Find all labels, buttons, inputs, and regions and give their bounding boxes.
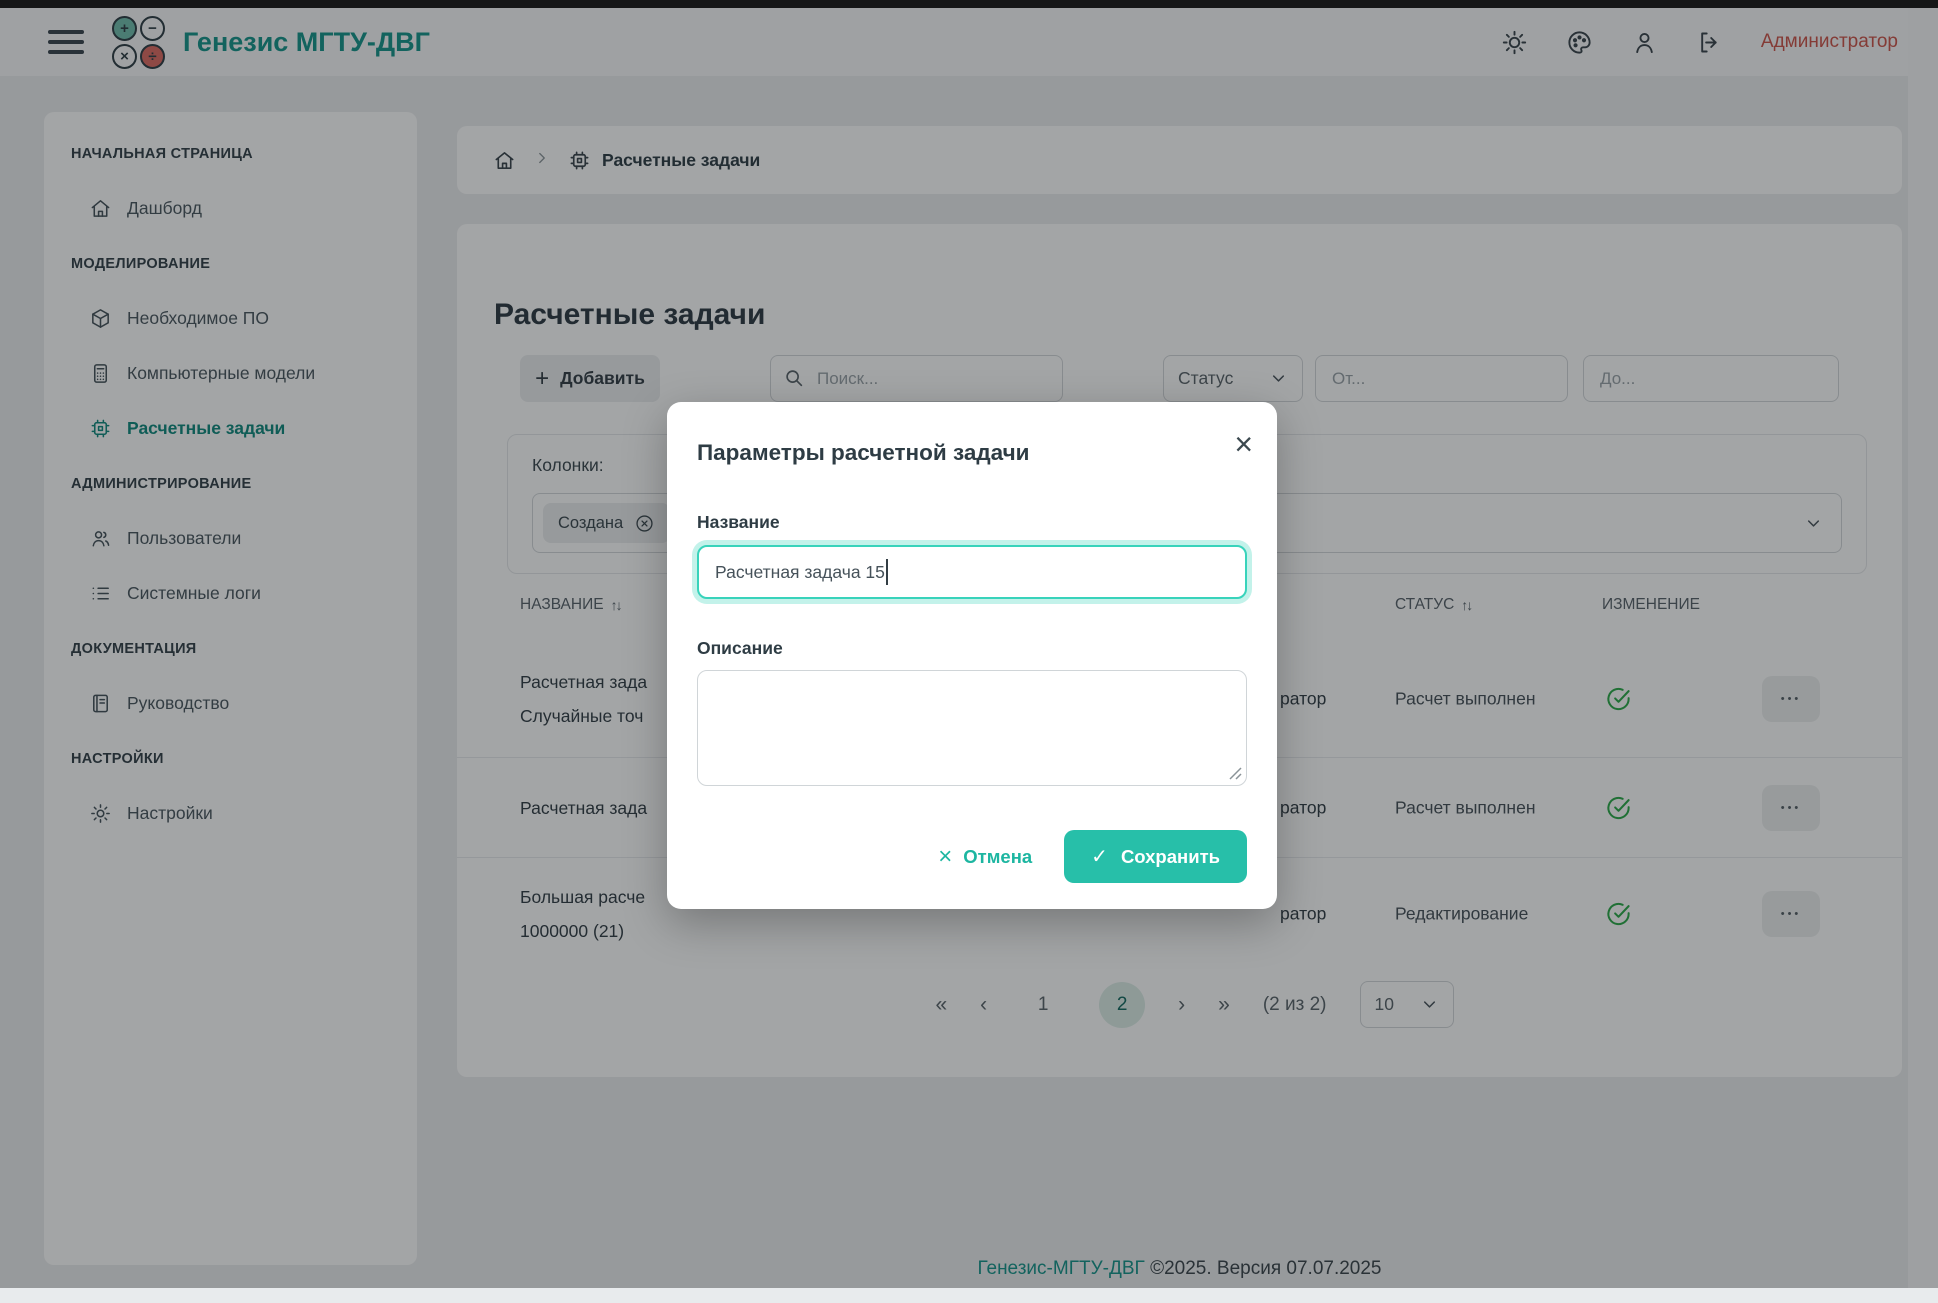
cancel-button[interactable]: × Отмена bbox=[938, 842, 1033, 870]
save-button[interactable]: ✓ Сохранить bbox=[1064, 830, 1247, 883]
cancel-button-label: Отмена bbox=[963, 845, 1033, 867]
close-icon: × bbox=[938, 842, 953, 870]
app-root: + − × ÷ Генезис МГТУ-ДВГ Администратор Н… bbox=[0, 0, 1938, 1303]
resize-handle-icon[interactable] bbox=[1228, 766, 1242, 780]
close-icon[interactable]: × bbox=[1234, 428, 1253, 460]
task-parameters-modal: Параметры расчетной задачи × Название Ра… bbox=[667, 402, 1277, 909]
description-field-box bbox=[697, 670, 1247, 786]
modal-actions: × Отмена ✓ Сохранить bbox=[938, 830, 1247, 883]
task-description-input[interactable] bbox=[697, 670, 1247, 786]
description-field-label: Описание bbox=[697, 638, 783, 658]
name-field-label: Название bbox=[697, 512, 780, 532]
task-name-value: Расчетная задача 15 bbox=[715, 561, 885, 582]
browser-top-edge bbox=[0, 0, 1938, 8]
task-name-input[interactable]: Расчетная задача 15 bbox=[697, 545, 1247, 599]
text-cursor bbox=[885, 559, 888, 585]
check-icon: ✓ bbox=[1091, 846, 1108, 868]
modal-title: Параметры расчетной задачи bbox=[697, 440, 1030, 465]
save-button-label: Сохранить bbox=[1120, 845, 1220, 867]
